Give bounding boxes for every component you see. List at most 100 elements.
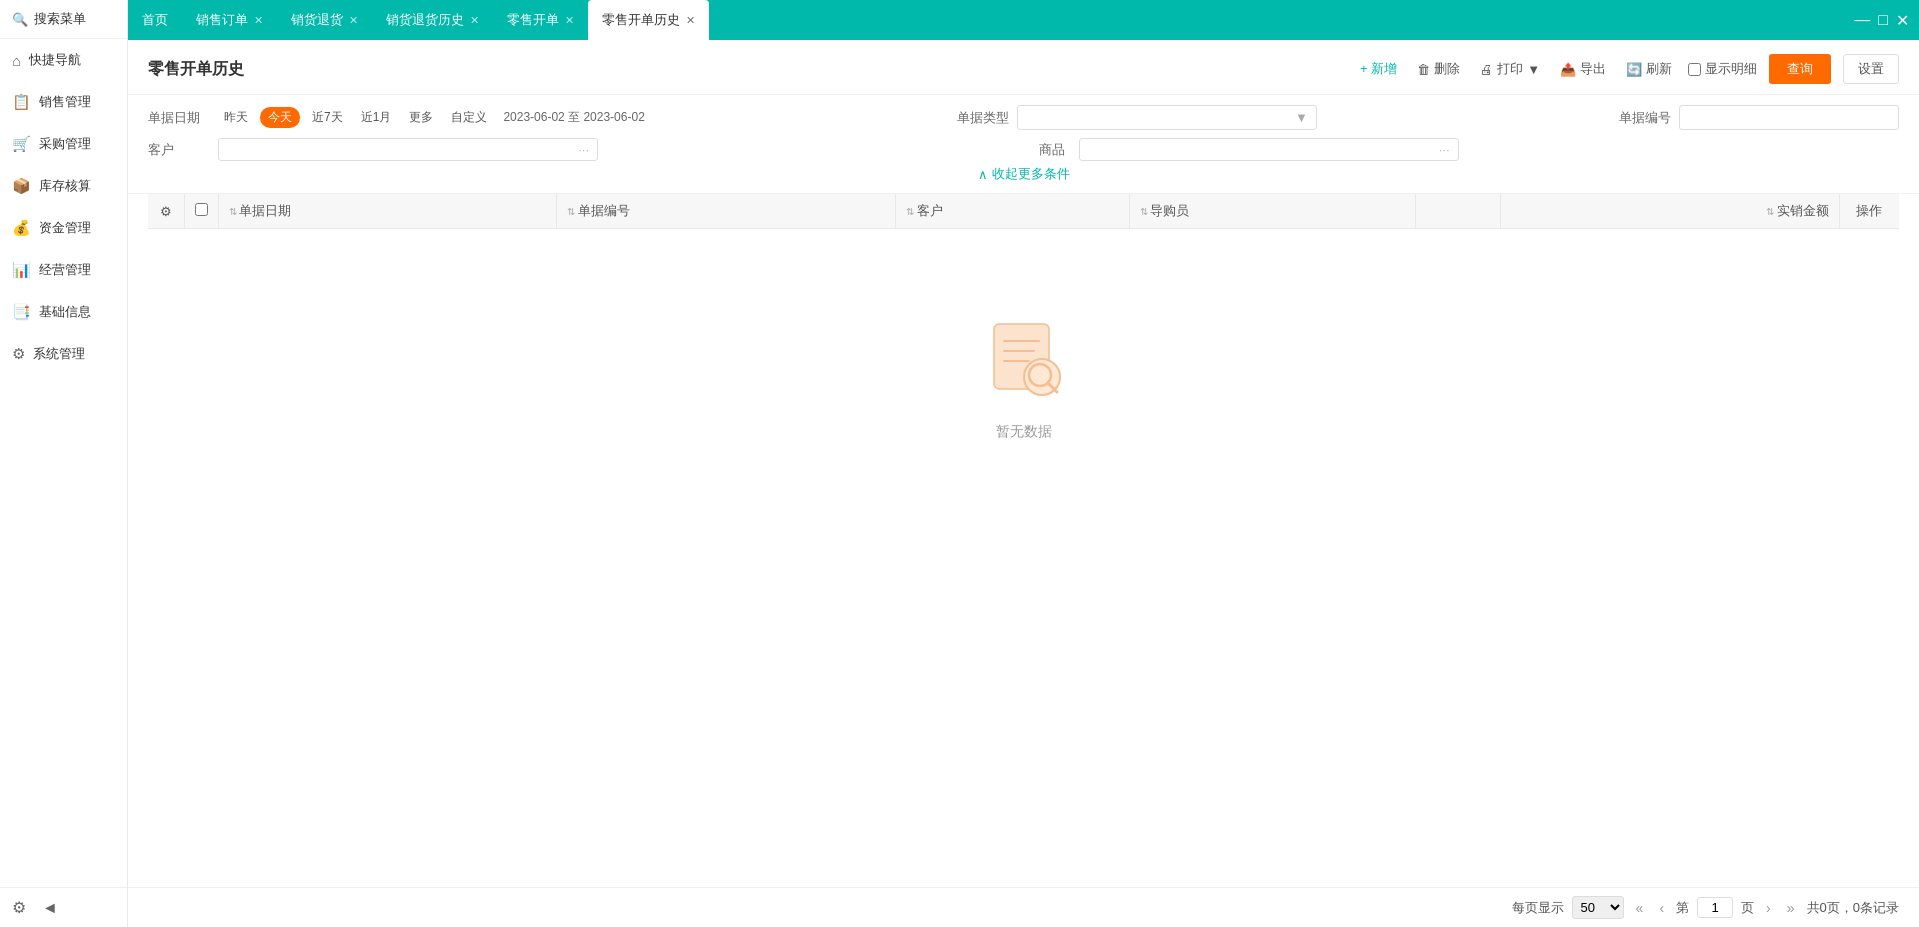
tab-sales-return-history-close[interactable]: ✕ [470, 14, 479, 27]
add-button[interactable]: + 新增 [1356, 60, 1401, 78]
main: 首页 销售订单 ✕ 销货退货 ✕ 销货退货历史 ✕ 零售开单 ✕ 零售开单历史 … [128, 0, 1919, 927]
th-customer[interactable]: ⇅ 客户 [896, 194, 1130, 229]
date-btn-more[interactable]: 更多 [403, 107, 439, 128]
filter-row-1: 单据日期 昨天 今天 近7天 近1月 更多 自定义 2023-06-02 至 2… [148, 105, 1899, 130]
th-number[interactable]: ⇅ 单据编号 [557, 194, 896, 229]
window-close[interactable]: ✕ [1896, 11, 1909, 30]
tab-retail-open-history-close[interactable]: ✕ [686, 14, 695, 27]
display-detail-toggle[interactable]: 显示明细 [1688, 60, 1757, 78]
per-page-label: 每页显示 [1512, 899, 1564, 917]
empty-icon [974, 309, 1074, 409]
print-button[interactable]: 🖨 打印 ▼ [1476, 60, 1544, 78]
window-minimize[interactable]: — [1854, 11, 1870, 29]
sidebar-item-quick-nav[interactable]: ⌂ 快捷导航 [0, 39, 127, 81]
sidebar-item-operations[interactable]: 📊 经营管理 [0, 249, 127, 291]
sidebar-item-finance[interactable]: 💰 资金管理 [0, 207, 127, 249]
tab-sales-return[interactable]: 销货退货 ✕ [277, 0, 372, 40]
tab-retail-open[interactable]: 零售开单 ✕ [493, 0, 588, 40]
gear-icon[interactable]: ⚙ [12, 898, 26, 917]
th-customer-label: 客户 [917, 203, 943, 218]
th-spacer [1415, 194, 1500, 229]
last-page-button[interactable]: » [1783, 898, 1799, 918]
sidebar-item-label: 经营管理 [39, 261, 91, 279]
customer-dots-icon: ··· [578, 142, 589, 157]
th-number-label: 单据编号 [578, 203, 630, 218]
sidebar-search[interactable]: 🔍 搜索菜单 [0, 0, 127, 39]
bill-number-input[interactable] [1679, 105, 1899, 130]
sidebar-item-basic-info[interactable]: 📑 基础信息 [0, 291, 127, 333]
sidebar-item-sales-mgmt[interactable]: 📋 销售管理 [0, 81, 127, 123]
inventory-icon: 📦 [12, 177, 31, 195]
collapse-icon[interactable]: ◄ [42, 899, 58, 917]
collapse-up-icon: ∧ [978, 167, 988, 182]
customer-field[interactable]: ··· [218, 138, 598, 161]
display-detail-label: 显示明细 [1705, 60, 1757, 78]
print-label: 打印 [1497, 60, 1523, 78]
tab-retail-open-history-label: 零售开单历史 [602, 11, 680, 29]
table-header-row: ⚙ ⇅ 单据日期 ⇅ 单据编号 [148, 194, 1899, 229]
delete-button[interactable]: 🗑 删除 [1413, 60, 1464, 78]
th-guide[interactable]: ⇅ 导购员 [1129, 194, 1415, 229]
sidebar-item-inventory[interactable]: 📦 库存核算 [0, 165, 127, 207]
first-page-button[interactable]: « [1632, 898, 1648, 918]
delete-icon: 🗑 [1417, 62, 1430, 77]
bill-number-label: 单据编号 [1619, 109, 1679, 127]
tab-sales-order-label: 销售订单 [196, 11, 248, 29]
bill-type-select[interactable]: ▼ [1017, 105, 1317, 130]
th-actions-label: 操作 [1856, 203, 1882, 218]
tab-sales-return-close[interactable]: ✕ [349, 14, 358, 27]
select-all-checkbox[interactable] [195, 203, 208, 216]
collapse-button[interactable]: ∧ 收起更多条件 [148, 165, 1899, 183]
tab-controls: — □ ✕ [1844, 11, 1919, 30]
chevron-down-icon: ▼ [1295, 110, 1308, 125]
query-button[interactable]: 查询 [1769, 54, 1831, 84]
date-btn-last7[interactable]: 近7天 [306, 107, 349, 128]
th-gear[interactable]: ⚙ [148, 194, 184, 229]
sort-arrows-icon: ⇅ [906, 206, 917, 217]
th-guide-label: 导购员 [1150, 203, 1189, 218]
date-btn-today[interactable]: 今天 [260, 107, 300, 128]
th-check[interactable] [184, 194, 218, 229]
content-area: 零售开单历史 + 新增 🗑 删除 🖨 打印 ▼ 📤 导出 🔄 [128, 40, 1919, 927]
date-btn-custom[interactable]: 自定义 [445, 107, 493, 128]
tab-sales-order-close[interactable]: ✕ [254, 14, 263, 27]
page-number-input[interactable] [1697, 897, 1733, 918]
sort-arrows-icon: ⇅ [567, 206, 578, 217]
next-page-button[interactable]: › [1762, 898, 1775, 918]
per-page-select[interactable]: 10 20 50 100 [1572, 896, 1624, 919]
tab-home[interactable]: 首页 [128, 0, 182, 40]
prev-page-button[interactable]: ‹ [1655, 898, 1668, 918]
tab-retail-open-close[interactable]: ✕ [565, 14, 574, 27]
filter-row-2: 客户 ··· 商品 ··· [148, 138, 1899, 161]
th-amount[interactable]: ⇅ 实销金额 [1500, 194, 1839, 229]
collapse-label: 收起更多条件 [992, 165, 1070, 183]
sidebar-menu: ⌂ 快捷导航 📋 销售管理 🛒 采购管理 📦 库存核算 💰 资金管理 📊 经营管… [0, 39, 127, 887]
customer-label: 客户 [148, 141, 218, 159]
th-date-label: 单据日期 [239, 203, 291, 218]
setting-button[interactable]: 设置 [1843, 54, 1899, 84]
refresh-button[interactable]: 🔄 刷新 [1622, 60, 1676, 78]
goods-dots-icon: ··· [1439, 142, 1450, 157]
goods-field[interactable]: ··· [1079, 138, 1459, 161]
data-table: ⚙ ⇅ 单据日期 ⇅ 单据编号 [148, 194, 1899, 229]
th-date[interactable]: ⇅ 单据日期 [218, 194, 557, 229]
page-summary: 共0页，0条记录 [1807, 899, 1899, 917]
sidebar-item-label: 销售管理 [39, 93, 91, 111]
date-label: 单据日期 [148, 109, 218, 127]
tab-sales-return-history[interactable]: 销货退货历史 ✕ [372, 0, 493, 40]
export-button[interactable]: 📤 导出 [1556, 60, 1610, 78]
bill-type-label: 单据类型 [957, 109, 1017, 127]
display-detail-checkbox[interactable] [1688, 63, 1701, 76]
sidebar-item-sys-mgmt[interactable]: ⚙ 系统管理 [0, 333, 127, 375]
page-header: 零售开单历史 + 新增 🗑 删除 🖨 打印 ▼ 📤 导出 🔄 [128, 40, 1919, 95]
window-maximize[interactable]: □ [1878, 11, 1888, 29]
tab-retail-open-history[interactable]: 零售开单历史 ✕ [588, 0, 709, 40]
date-btn-last-month[interactable]: 近1月 [355, 107, 398, 128]
sidebar-item-purchase-mgmt[interactable]: 🛒 采购管理 [0, 123, 127, 165]
page-label-before: 第 [1676, 899, 1689, 917]
page-title: 零售开单历史 [148, 59, 244, 80]
print-arrow-icon: ▼ [1527, 62, 1540, 77]
th-actions: 操作 [1839, 194, 1899, 229]
date-btn-yesterday[interactable]: 昨天 [218, 107, 254, 128]
tab-sales-order[interactable]: 销售订单 ✕ [182, 0, 277, 40]
